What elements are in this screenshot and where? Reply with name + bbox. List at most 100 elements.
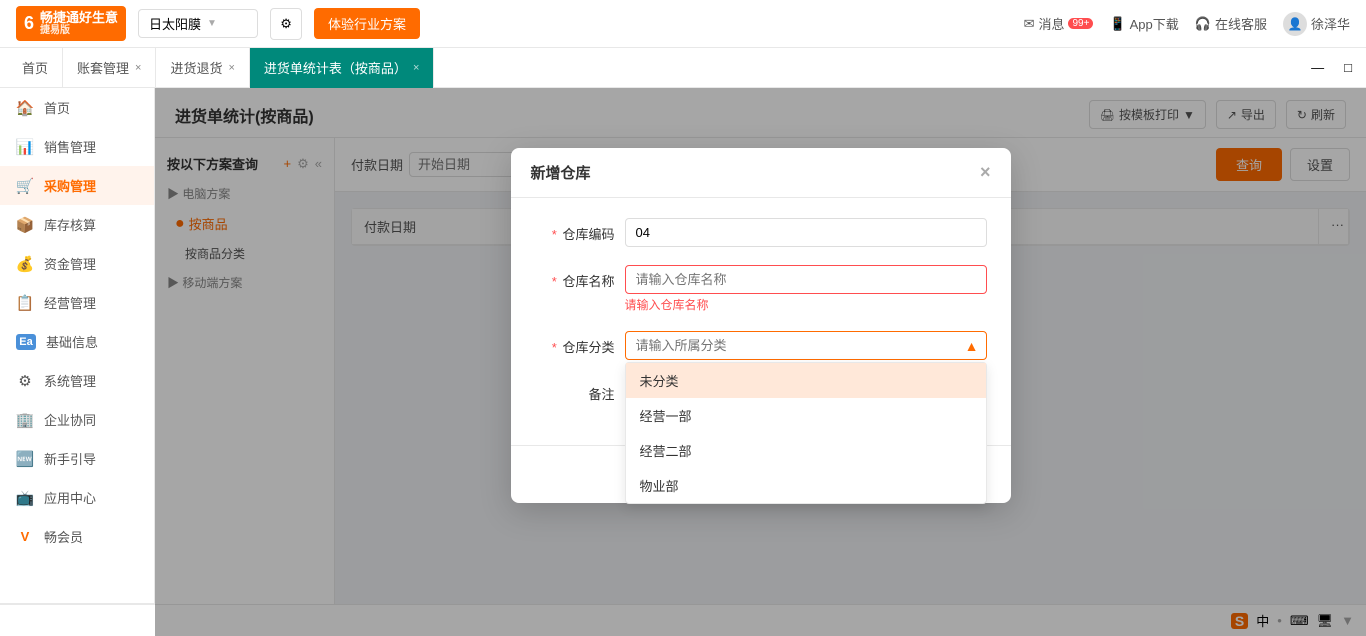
message-badge: 99+ xyxy=(1068,18,1093,29)
logo-sub: 捷易版 xyxy=(40,25,118,37)
dropdown-item-property[interactable]: 物业部 xyxy=(626,468,986,503)
tab-bar: 首页 账套管理 × 进货退货 × 进货单统计表（按商品） × — □ xyxy=(0,48,1366,88)
app-download-label: App下载 xyxy=(1130,14,1179,33)
message-button[interactable]: ✉ 消息 99+ xyxy=(1024,14,1094,33)
sidebar-item-sales[interactable]: 📊 销售管理 xyxy=(0,127,154,166)
message-icon: ✉ xyxy=(1024,16,1035,32)
store-selector[interactable]: 日太阳膜 ▼ xyxy=(138,9,258,38)
trial-button[interactable]: 体验行业方案 xyxy=(314,8,420,39)
maximize-icon[interactable]: □ xyxy=(1338,60,1358,75)
logo-name: 畅捷通好生意 xyxy=(40,10,118,26)
form-row-name: * 仓库名称 请输入仓库名称 xyxy=(535,265,987,313)
main-layout: 🏠 首页 📊 销售管理 🛒 采购管理 📦 库存核算 💰 资金管理 📋 经营管理 … xyxy=(0,88,1366,636)
modal-close-button[interactable]: × xyxy=(980,162,991,183)
required-star-name: * xyxy=(552,274,557,289)
form-row-code: * 仓库编码 xyxy=(535,218,987,247)
phone-icon: 📱 xyxy=(1109,16,1125,32)
required-star: * xyxy=(552,227,557,242)
sidebar-member-label: 畅会员 xyxy=(44,527,83,546)
headset-icon: 🎧 xyxy=(1195,16,1211,32)
code-field xyxy=(625,218,987,247)
tab-account-close[interactable]: × xyxy=(135,62,141,74)
required-star-category: * xyxy=(552,340,557,355)
notes-label: 备注 xyxy=(535,378,615,403)
sidebar-item-operations[interactable]: 📋 经营管理 xyxy=(0,283,154,322)
tab-account-label: 账套管理 xyxy=(77,58,129,77)
online-service-label: 在线客服 xyxy=(1215,14,1267,33)
sidebar-finance-label: 资金管理 xyxy=(44,254,96,273)
modal-title: 新增仓库 xyxy=(531,162,591,183)
app-center-icon: 📺 xyxy=(16,489,34,507)
tab-home-label: 首页 xyxy=(22,58,48,77)
sidebar-sales-label: 销售管理 xyxy=(44,137,96,156)
main-content: 进货单统计(按商品) 🖨 按模板打印 ▼ ↗ 导出 ↻ 刷新 xyxy=(155,88,1366,636)
dropdown-item-dept2[interactable]: 经营二部 xyxy=(626,433,986,468)
logo: 6 畅捷通好生意 捷易版 xyxy=(16,6,126,42)
sidebar-operations-label: 经营管理 xyxy=(44,293,96,312)
modal-header: 新增仓库 × xyxy=(511,148,1011,198)
sidebar-item-home[interactable]: 🏠 首页 xyxy=(0,88,154,127)
modal-body: * 仓库编码 * 仓库名称 xyxy=(511,198,1011,445)
name-error-message: 请输入仓库名称 xyxy=(625,296,987,313)
sidebar-guide-label: 新手引导 xyxy=(44,449,96,468)
tab-purchase-return[interactable]: 进货退货 × xyxy=(156,48,249,88)
category-input-wrap: ▲ xyxy=(625,331,987,360)
sidebar-item-basic[interactable]: Ea 基础信息 xyxy=(0,322,154,361)
tab-purchase-return-close[interactable]: × xyxy=(228,62,234,74)
sidebar-item-system[interactable]: ⚙ 系统管理 xyxy=(0,361,154,400)
category-input[interactable] xyxy=(625,331,987,360)
dropdown-arrow-icon[interactable]: ▲ xyxy=(965,338,979,354)
category-field: ▲ 未分类 经营一部 经营二部 物业部 xyxy=(625,331,987,360)
code-label: * 仓库编码 xyxy=(535,218,615,243)
store-name: 日太阳膜 xyxy=(149,14,201,33)
sidebar-item-enterprise[interactable]: 🏢 企业协同 xyxy=(0,400,154,439)
sidebar-item-member[interactable]: V 畅会员 xyxy=(0,517,154,556)
finance-icon: 💰 xyxy=(16,255,34,273)
sidebar-app-center-label: 应用中心 xyxy=(44,488,96,507)
category-label: * 仓库分类 xyxy=(535,331,615,356)
online-service-button[interactable]: 🎧 在线客服 xyxy=(1195,14,1267,33)
name-input[interactable] xyxy=(625,265,987,294)
basic-icon: Ea xyxy=(16,334,36,350)
inventory-icon: 📦 xyxy=(16,216,34,234)
tab-purchase-stats[interactable]: 进货单统计表（按商品） × xyxy=(250,48,434,88)
sidebar-item-inventory[interactable]: 📦 库存核算 xyxy=(0,205,154,244)
tab-home[interactable]: 首页 xyxy=(8,48,63,88)
sidebar-basic-label: 基础信息 xyxy=(46,332,98,351)
category-dropdown: 未分类 经营一部 经营二部 物业部 xyxy=(625,362,987,504)
sidebar-item-app-center[interactable]: 📺 应用中心 xyxy=(0,478,154,517)
tab-purchase-stats-close[interactable]: × xyxy=(413,62,419,74)
tab-purchase-return-label: 进货退货 xyxy=(170,58,222,77)
user-menu[interactable]: 👤 徐泽华 xyxy=(1283,12,1350,36)
sidebar-purchase-label: 采购管理 xyxy=(44,176,96,195)
tab-window-controls: — □ xyxy=(1305,60,1358,75)
sidebar-item-guide[interactable]: 🆕 新手引导 xyxy=(0,439,154,478)
tab-account[interactable]: 账套管理 × xyxy=(63,48,156,88)
modal-overlay: 新增仓库 × * 仓库编码 xyxy=(155,88,1366,636)
form-row-category: * 仓库分类 ▲ 未分类 经营一部 经 xyxy=(535,331,987,360)
system-icon: ⚙ xyxy=(16,372,34,390)
sidebar-item-finance[interactable]: 💰 资金管理 xyxy=(0,244,154,283)
header-right: ✉ 消息 99+ 📱 App下载 🎧 在线客服 👤 徐泽华 xyxy=(1024,12,1350,36)
sidebar-enterprise-label: 企业协同 xyxy=(44,410,96,429)
sidebar-system-label: 系统管理 xyxy=(44,371,96,390)
dropdown-item-none[interactable]: 未分类 xyxy=(626,363,986,398)
user-avatar: 👤 xyxy=(1283,12,1307,36)
minimize-icon[interactable]: — xyxy=(1305,60,1330,75)
sidebar-item-purchase[interactable]: 🛒 采购管理 xyxy=(0,166,154,205)
sidebar-home-label: 首页 xyxy=(44,98,70,117)
logo-icon: 6 xyxy=(24,13,34,34)
purchase-icon: 🛒 xyxy=(16,177,34,195)
tab-purchase-stats-label: 进货单统计表（按商品） xyxy=(264,58,407,77)
gear-icon: ⚙ xyxy=(280,16,292,32)
member-icon: V xyxy=(16,528,34,546)
message-label: 消息 xyxy=(1038,14,1064,33)
dropdown-item-dept1[interactable]: 经营一部 xyxy=(626,398,986,433)
home-icon: 🏠 xyxy=(16,99,34,117)
enterprise-icon: 🏢 xyxy=(16,411,34,429)
name-field: 请输入仓库名称 xyxy=(625,265,987,313)
gear-button[interactable]: ⚙ xyxy=(270,8,302,40)
app-download-button[interactable]: 📱 App下载 xyxy=(1109,14,1178,33)
sidebar: 🏠 首页 📊 销售管理 🛒 采购管理 📦 库存核算 💰 资金管理 📋 经营管理 … xyxy=(0,88,155,636)
code-input[interactable] xyxy=(625,218,987,247)
